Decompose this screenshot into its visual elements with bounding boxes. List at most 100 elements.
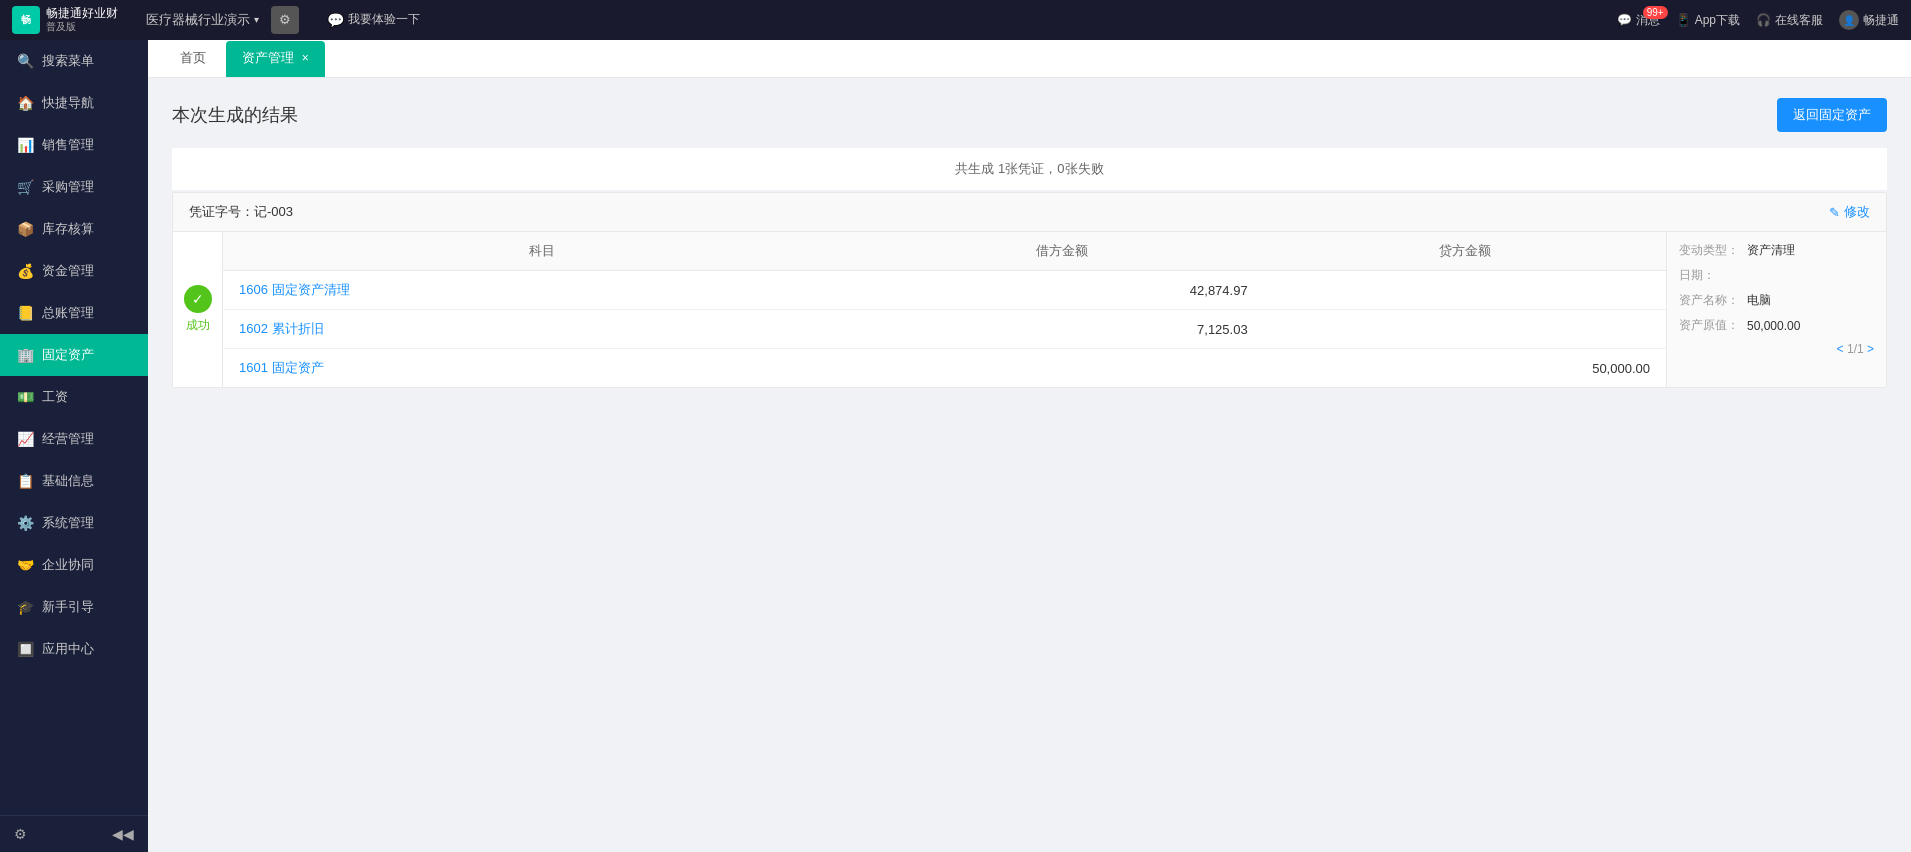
sidebar-item-fixed-assets[interactable]: 🏢 固定资产 <box>0 334 148 376</box>
date-row: 日期： <box>1679 267 1874 284</box>
company-name: 医疗器械行业演示 <box>146 11 250 29</box>
sidebar-item-funds[interactable]: 💰 资金管理 <box>0 250 148 292</box>
tab-asset-management[interactable]: 资产管理 × <box>226 41 325 77</box>
return-fixed-assets-button[interactable]: 返回固定资产 <box>1777 98 1887 132</box>
voucher-main: 科目 借方金额 贷方金额 1606 固定资产清理 <box>223 232 1666 387</box>
col-credit: 贷方金额 <box>1264 232 1666 271</box>
page-title-row: 本次生成的结果 返回固定资产 <box>172 98 1887 132</box>
success-icon: ✓ <box>184 285 212 313</box>
sales-icon: 📊 <box>16 136 34 154</box>
asset-name-value: 电脑 <box>1747 292 1771 309</box>
sidebar-item-operations[interactable]: 📈 经营管理 <box>0 418 148 460</box>
sidebar-item-ledger[interactable]: 📒 总账管理 <box>0 292 148 334</box>
col-account: 科目 <box>223 232 861 271</box>
status-label: 成功 <box>186 317 210 334</box>
credit-cell-2 <box>1264 310 1666 349</box>
messages-button[interactable]: 💬 消息 99+ <box>1617 12 1660 29</box>
sidebar-item-sales[interactable]: 📊 销售管理 <box>0 124 148 166</box>
sidebar-label-quick-nav: 快捷导航 <box>42 94 94 112</box>
sidebar-scroll: 🔍 搜索菜单 🏠 快捷导航 📊 销售管理 🛒 采购管理 📦 库存核算 💰 <box>0 40 148 815</box>
tab-home[interactable]: 首页 <box>164 41 222 77</box>
settings-icon[interactable]: ⚙ <box>271 6 299 34</box>
company-selector[interactable]: 医疗器械行业演示 ▾ <box>146 11 259 29</box>
voucher-body: ✓ 成功 科目 借方金额 贷方金额 <box>173 232 1886 387</box>
table-row: 1602 累计折旧 7,125.03 <box>223 310 1666 349</box>
change-type-value: 资产清理 <box>1747 242 1795 259</box>
change-type-row: 变动类型： 资产清理 <box>1679 242 1874 259</box>
debit-cell: 42,874.97 <box>861 271 1263 310</box>
funds-icon: 💰 <box>16 262 34 280</box>
fixed-assets-icon: 🏢 <box>16 346 34 364</box>
settings-footer-icon[interactable]: ⚙ <box>14 826 27 842</box>
debit-cell-3 <box>861 349 1263 388</box>
sidebar-item-app-center[interactable]: 🔲 应用中心 <box>0 628 148 670</box>
app-download-button[interactable]: 📱 App下载 <box>1676 12 1740 29</box>
next-page-icon[interactable]: > <box>1867 342 1874 356</box>
logo-icon: 畅 <box>12 6 40 34</box>
sidebar-footer: ⚙ ◀◀ <box>0 815 148 852</box>
online-service-button[interactable]: 🎧 在线客服 <box>1756 12 1823 29</box>
sidebar-label-guide: 新手引导 <box>42 598 94 616</box>
account-link[interactable]: 1606 固定资产清理 <box>239 282 350 297</box>
sidebar-label-funds: 资金管理 <box>42 262 94 280</box>
sidebar-item-purchase[interactable]: 🛒 采购管理 <box>0 166 148 208</box>
summary-bar: 共生成 1张凭证，0张失败 <box>172 148 1887 190</box>
sidebar-item-quick-nav[interactable]: 🏠 快捷导航 <box>0 82 148 124</box>
search-icon: 🔍 <box>16 52 34 70</box>
inventory-icon: 📦 <box>16 220 34 238</box>
asset-value-row: 资产原值： 50,000.00 <box>1679 317 1874 334</box>
page-title: 本次生成的结果 <box>172 103 298 127</box>
content-area: 首页 资产管理 × 本次生成的结果 返回固定资产 共生成 1张凭证，0张失败 <box>148 40 1911 852</box>
sidebar-item-basic-info[interactable]: 📋 基础信息 <box>0 460 148 502</box>
page-indicator: 1/1 <box>1847 342 1867 356</box>
sidebar-label-search: 搜索菜单 <box>42 52 94 70</box>
sidebar-label-purchase: 采购管理 <box>42 178 94 196</box>
enterprise-icon: 🤝 <box>16 556 34 574</box>
sidebar-label-inventory: 库存核算 <box>42 220 94 238</box>
header-left: 畅 畅捷通好业财 普及版 医疗器械行业演示 ▾ ⚙ 💬 我要体验一下 <box>12 6 420 34</box>
edit-icon: ✎ <box>1829 205 1840 220</box>
tab-bar: 首页 资产管理 × <box>148 40 1911 78</box>
top-header: 畅 畅捷通好业财 普及版 医疗器械行业演示 ▾ ⚙ 💬 我要体验一下 💬 消息 … <box>0 0 1911 40</box>
sidebar-item-enterprise[interactable]: 🤝 企业协同 <box>0 544 148 586</box>
prev-page-icon[interactable]: < <box>1837 342 1844 356</box>
home-icon: 🏠 <box>16 94 34 112</box>
sidebar-item-search[interactable]: 🔍 搜索菜单 <box>0 40 148 82</box>
account-link-3[interactable]: 1601 固定资产 <box>239 360 324 375</box>
collapse-sidebar-icon[interactable]: ◀◀ <box>112 826 134 842</box>
account-cell: 1602 累计折旧 <box>223 310 861 349</box>
side-info-panel: 变动类型： 资产清理 日期： 资产名称： 电脑 资产原值： <box>1666 232 1886 387</box>
sidebar-label-app-center: 应用中心 <box>42 640 94 658</box>
main-layout: 🔍 搜索菜单 🏠 快捷导航 📊 销售管理 🛒 采购管理 📦 库存核算 💰 <box>0 40 1911 852</box>
trial-button[interactable]: 💬 我要体验一下 <box>327 11 420 28</box>
asset-name-label: 资产名称： <box>1679 292 1739 309</box>
user-button[interactable]: 👤 畅捷通 <box>1839 10 1899 30</box>
account-link-2[interactable]: 1602 累计折旧 <box>239 321 324 336</box>
purchase-icon: 🛒 <box>16 178 34 196</box>
sidebar-item-inventory[interactable]: 📦 库存核算 <box>0 208 148 250</box>
service-icon: 🎧 <box>1756 13 1771 27</box>
sidebar: 🔍 搜索菜单 🏠 快捷导航 📊 销售管理 🛒 采购管理 📦 库存核算 💰 <box>0 40 148 852</box>
user-icon: 👤 <box>1839 10 1859 30</box>
table-header-row: 科目 借方金额 贷方金额 <box>223 232 1666 271</box>
basic-info-icon: 📋 <box>16 472 34 490</box>
voucher-card: 凭证字号：记-003 ✎ 修改 ✓ 成功 <box>172 192 1887 388</box>
credit-cell <box>1264 271 1666 310</box>
page-content: 本次生成的结果 返回固定资产 共生成 1张凭证，0张失败 凭证字号：记-003 … <box>148 78 1911 852</box>
header-right: 💬 消息 99+ 📱 App下载 🎧 在线客服 👤 畅捷通 <box>1617 10 1899 30</box>
sidebar-item-guide[interactable]: 🎓 新手引导 <box>0 586 148 628</box>
app-center-icon: 🔲 <box>16 640 34 658</box>
asset-value-label: 资产原值： <box>1679 317 1739 334</box>
operations-icon: 📈 <box>16 430 34 448</box>
sidebar-item-system[interactable]: ⚙️ 系统管理 <box>0 502 148 544</box>
salary-icon: 💵 <box>16 388 34 406</box>
col-debit: 借方金额 <box>861 232 1263 271</box>
voucher-header: 凭证字号：记-003 ✎ 修改 <box>173 193 1886 232</box>
credit-cell-3: 50,000.00 <box>1264 349 1666 388</box>
account-cell: 1601 固定资产 <box>223 349 861 388</box>
tab-close-icon[interactable]: × <box>302 51 309 65</box>
summary-text: 共生成 1张凭证，0张失败 <box>955 161 1103 176</box>
sidebar-item-salary[interactable]: 💵 工资 <box>0 376 148 418</box>
pagination: < 1/1 > <box>1679 342 1874 356</box>
edit-button[interactable]: ✎ 修改 <box>1829 203 1870 221</box>
